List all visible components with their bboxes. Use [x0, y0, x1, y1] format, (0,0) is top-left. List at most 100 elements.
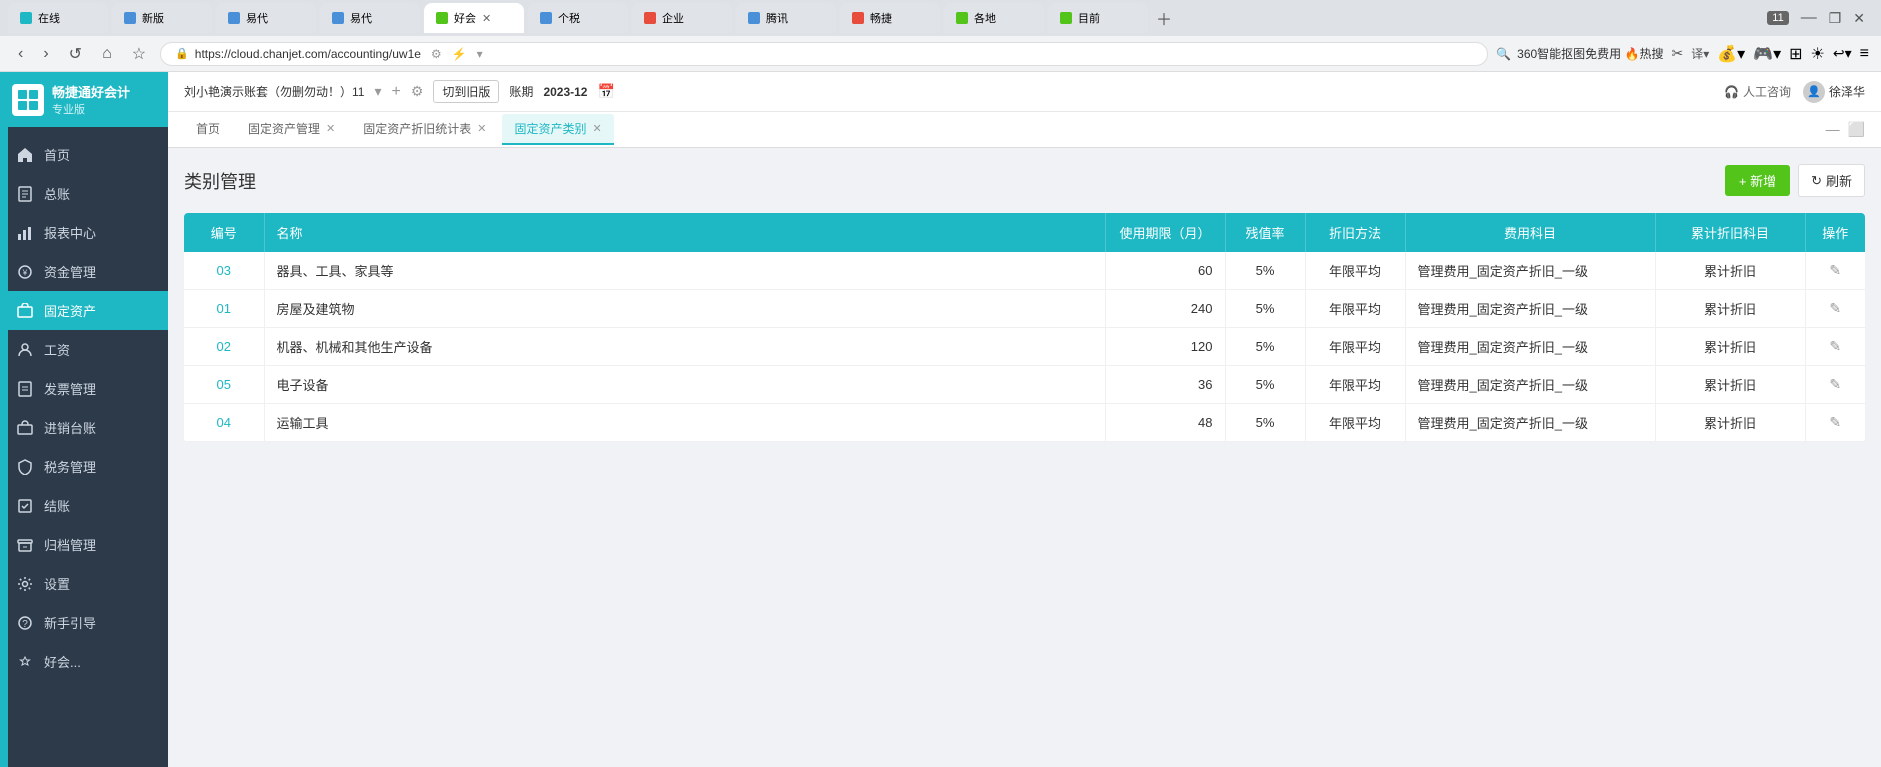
ssl-icon: 🔒 — [175, 47, 189, 60]
tab-close-icon-5[interactable]: ✕ — [482, 12, 491, 25]
cell-id-1[interactable]: 01 — [184, 290, 264, 328]
category-table: 编号 名称 使用期限（月） 残值率 折旧方法 费用科目 累计折旧科目 操作 03… — [184, 213, 1865, 442]
cell-action-3[interactable]: ✎ — [1805, 366, 1865, 404]
add-category-button[interactable]: + 新增 — [1725, 165, 1790, 196]
cell-action-0[interactable]: ✎ — [1805, 252, 1865, 290]
bookmark-button[interactable]: ☆ — [126, 42, 152, 66]
tab-bar-maximize-icon[interactable]: ⬜ — [1848, 121, 1865, 138]
sidebar-item-archive[interactable]: 归档管理 — [0, 525, 168, 564]
sun-icon[interactable]: ☀ — [1811, 44, 1825, 64]
settings-gear-button[interactable]: ⚙ — [411, 83, 424, 100]
sidebar-item-closing[interactable]: 结账 — [0, 486, 168, 525]
sidebar-label-funds: 资金管理 — [44, 262, 96, 281]
cell-id-0[interactable]: 03 — [184, 252, 264, 290]
col-method: 折旧方法 — [1305, 213, 1405, 252]
page-tab-category[interactable]: 固定资产类别 ✕ — [502, 114, 613, 145]
cell-accumulated-4: 累计折旧 — [1655, 404, 1805, 442]
wallet-icon[interactable]: 💰▾ — [1717, 44, 1745, 64]
sidebar-item-funds[interactable]: ¥ 资金管理 — [0, 252, 168, 291]
page-tab-depreciation[interactable]: 固定资产折旧统计表 ✕ — [351, 114, 498, 145]
sidebar-label-reports: 报表中心 — [44, 223, 96, 242]
translate-icon[interactable]: 译▾ — [1691, 45, 1709, 62]
sidebar-item-extra[interactable]: 好会... — [0, 642, 168, 681]
top-bar-right: 🎧 人工咨询 👤 徐泽华 — [1724, 81, 1865, 103]
period-label: 账期 — [509, 83, 533, 100]
cell-accumulated-3: 累计折旧 — [1655, 366, 1805, 404]
user-profile[interactable]: 👤 徐泽华 — [1803, 81, 1865, 103]
edit-icon-4[interactable]: ✎ — [1829, 414, 1841, 430]
sidebar-item-home[interactable]: 首页 — [0, 135, 168, 174]
company-dropdown-icon[interactable]: ▾ — [374, 83, 381, 100]
browser-tab-3[interactable]: 易代 — [216, 3, 316, 33]
window-minimize-icon[interactable]: — — [1801, 9, 1817, 27]
browser-tab-9[interactable]: 畅捷 — [840, 3, 940, 33]
page-tab-category-close[interactable]: ✕ — [593, 122, 602, 135]
browser-tab-2[interactable]: 新版 — [112, 3, 212, 33]
sidebar-label-archive: 归档管理 — [44, 535, 96, 554]
game-icon[interactable]: 🎮▾ — [1753, 44, 1781, 64]
browser-tab-10[interactable]: 各地 — [944, 3, 1044, 33]
cell-action-1[interactable]: ✎ — [1805, 290, 1865, 328]
settings-icon — [16, 575, 34, 593]
add-company-button[interactable]: + — [392, 83, 401, 101]
cell-id-4[interactable]: 04 — [184, 404, 264, 442]
page-tab-assets-mgmt-close[interactable]: ✕ — [326, 122, 335, 135]
grid-icon[interactable]: ⊞ — [1789, 44, 1802, 64]
menu-icon[interactable]: ≡ — [1860, 45, 1869, 63]
sidebar-item-assets[interactable]: 固定资产 — [0, 291, 168, 330]
undo-icon[interactable]: ↩▾ — [1833, 45, 1852, 62]
forward-button[interactable]: › — [37, 43, 54, 65]
cell-action-2[interactable]: ✎ — [1805, 328, 1865, 366]
sidebar-item-ledger[interactable]: 总账 — [0, 174, 168, 213]
page-tab-assets-mgmt[interactable]: 固定资产管理 ✕ — [236, 114, 347, 145]
header-actions: + 新增 ↻ 刷新 — [1725, 164, 1865, 197]
browser-tab-6[interactable]: 个税 — [528, 3, 628, 33]
browser-tab-8[interactable]: 腾讯 — [736, 3, 836, 33]
new-tab-button[interactable]: ＋ — [1152, 6, 1176, 30]
edit-icon-1[interactable]: ✎ — [1829, 300, 1841, 316]
sidebar-item-inventory[interactable]: 进销台账 — [0, 408, 168, 447]
refresh-button[interactable]: ↻ 刷新 — [1798, 164, 1865, 197]
url-dropdown-icon[interactable]: ⚡ — [452, 47, 467, 61]
assets-icon — [16, 302, 34, 320]
browser-tab-7[interactable]: 企业 — [632, 3, 732, 33]
tab-bar-minimize-icon[interactable]: — — [1826, 121, 1840, 138]
sidebar-item-payroll[interactable]: 工资 — [0, 330, 168, 369]
browser-tab-5[interactable]: 好会 ✕ — [424, 3, 524, 33]
cell-method-1: 年限平均 — [1305, 290, 1405, 328]
home-button[interactable]: ⌂ — [96, 43, 118, 65]
service-button[interactable]: 🎧 人工咨询 — [1724, 83, 1791, 100]
site-settings-icon[interactable]: ⚙ — [431, 47, 442, 61]
url-input[interactable]: 🔒 https://cloud.chanjet.com/accounting/u… — [160, 42, 1488, 66]
switch-version-button[interactable]: 切到旧版 — [433, 80, 499, 103]
window-close-icon[interactable]: ✕ — [1853, 10, 1865, 27]
edit-icon-0[interactable]: ✎ — [1829, 262, 1841, 278]
period-value: 2023-12 — [543, 85, 587, 99]
sidebar-item-guide[interactable]: ? 新手引导 — [0, 603, 168, 642]
cell-action-4[interactable]: ✎ — [1805, 404, 1865, 442]
sidebar-item-tax[interactable]: 税务管理 — [0, 447, 168, 486]
user-name: 徐泽华 — [1829, 83, 1865, 100]
sidebar-item-settings[interactable]: 设置 — [0, 564, 168, 603]
page-tab-home[interactable]: 首页 — [184, 114, 232, 145]
scissors-icon: ✂ — [1671, 45, 1683, 62]
window-maximize-icon[interactable]: ❐ — [1829, 10, 1842, 27]
calendar-icon[interactable]: 📅 — [597, 83, 614, 100]
cell-period-2: 120 — [1105, 328, 1225, 366]
search-placeholder[interactable]: 360智能抠图免费用 🔥热搜 — [1517, 45, 1663, 62]
browser-tab-1[interactable]: 在线 — [8, 3, 108, 33]
page-tab-depreciation-close[interactable]: ✕ — [477, 122, 486, 135]
edit-icon-3[interactable]: ✎ — [1829, 376, 1841, 392]
back-button[interactable]: ‹ — [12, 43, 29, 65]
cell-id-2[interactable]: 02 — [184, 328, 264, 366]
sidebar-item-reports[interactable]: 报表中心 — [0, 213, 168, 252]
browser-tab-11[interactable]: 目前 — [1048, 3, 1148, 33]
cell-id-3[interactable]: 05 — [184, 366, 264, 404]
cell-residual-4: 5% — [1225, 404, 1305, 442]
url-expand-icon[interactable]: ▾ — [477, 47, 483, 61]
edit-icon-2[interactable]: ✎ — [1829, 338, 1841, 354]
sidebar-item-invoice[interactable]: 发票管理 — [0, 369, 168, 408]
user-avatar-icon: 👤 — [1803, 81, 1825, 103]
reload-button[interactable]: ↺ — [63, 42, 88, 66]
browser-tab-4[interactable]: 易代 — [320, 3, 420, 33]
